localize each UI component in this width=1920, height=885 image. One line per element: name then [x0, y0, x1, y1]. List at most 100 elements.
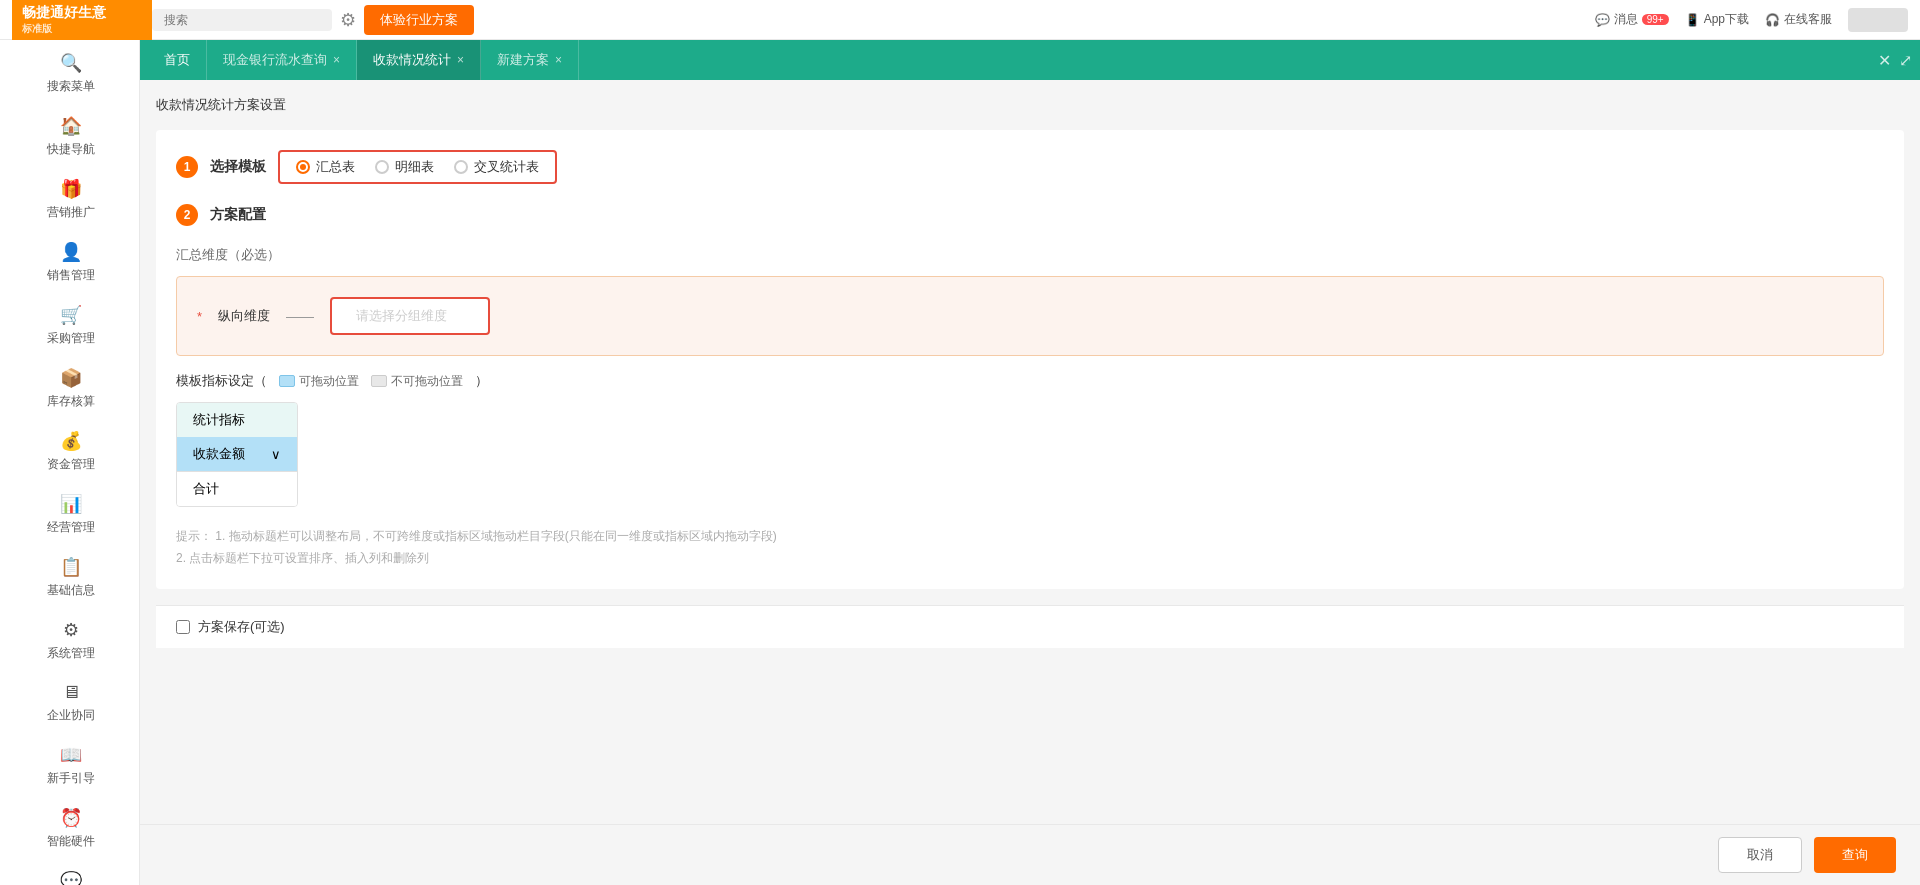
- app-download-label: App下载: [1704, 11, 1749, 28]
- purchase-icon: 🛒: [60, 304, 82, 326]
- sidebar-label-enterprise: 企业协同: [47, 707, 95, 724]
- radio-detail[interactable]: 明细表: [375, 158, 434, 176]
- sidebar-item-finance[interactable]: 💰 资金管理: [0, 418, 139, 481]
- sidebar-item-guide[interactable]: 📖 新手引导: [0, 732, 139, 795]
- cancel-button[interactable]: 取消: [1718, 837, 1802, 873]
- sidebar-item-enterprise[interactable]: 🖥 企业协同: [0, 670, 139, 732]
- sidebar-item-basic[interactable]: 📋 基础信息: [0, 544, 139, 607]
- dimension-title: 汇总维度（必选）: [176, 246, 1884, 264]
- topbar: 畅捷通好生意 标准版 ⚙ 体验行业方案 💬 消息 99+ 📱 App下载 🎧 在…: [0, 0, 1920, 40]
- draggable-box: [279, 375, 295, 387]
- sidebar-item-search[interactable]: 🔍 搜索菜单: [0, 40, 139, 103]
- sidebar-item-operations[interactable]: 📊 经营管理: [0, 481, 139, 544]
- metrics-subheader-row: 收款金额 ∨: [177, 437, 297, 471]
- step1-label: 选择模板: [210, 158, 266, 176]
- step2-label: 方案配置: [210, 206, 266, 224]
- tip-line2: 2. 点击标题栏下拉可设置排序、插入列和删除列: [176, 548, 1884, 570]
- metrics-header: 模板指标设定（ 可拖动位置 不可拖动位置 ）: [176, 372, 1884, 390]
- finance-icon: 💰: [60, 430, 82, 452]
- radio-dot-summary: [296, 160, 310, 174]
- metrics-table: 统计指标 收款金额 ∨ 合计: [176, 402, 298, 507]
- hardware-icon: ⏰: [60, 807, 82, 829]
- dimension-row: * 纵向维度 —— 请选择分组维度: [197, 297, 490, 335]
- dimension-area: * 纵向维度 —— 请选择分组维度: [176, 276, 1884, 356]
- metrics-header-row: 统计指标: [177, 403, 297, 437]
- download-icon: 📱: [1685, 13, 1700, 27]
- message-icon: 💬: [1595, 13, 1610, 27]
- radio-label-summary: 汇总表: [316, 158, 355, 176]
- tab-label-new-plan: 新建方案: [497, 51, 549, 69]
- guide-icon: 📖: [60, 744, 82, 766]
- footer-bar: 取消 查询: [140, 824, 1920, 885]
- config-section: 汇总维度（必选） * 纵向维度 —— 请选择分组维度 模板指标设定（: [176, 246, 1884, 569]
- save-label: 方案保存(可选): [198, 618, 285, 636]
- radio-crosstab[interactable]: 交叉统计表: [454, 158, 539, 176]
- page-title: 收款情况统计方案设置: [156, 96, 1904, 114]
- metrics-amount-cell[interactable]: 收款金额 ∨: [177, 437, 297, 471]
- inventory-icon: 📦: [60, 367, 82, 389]
- step1-row: 1 选择模板 汇总表 明细表 交叉统计表: [176, 150, 1884, 184]
- non-draggable-label: 不可拖动位置: [391, 373, 463, 390]
- tab-close-new-plan[interactable]: ×: [555, 53, 562, 67]
- radio-label-crosstab: 交叉统计表: [474, 158, 539, 176]
- tab-home[interactable]: 首页: [148, 40, 207, 80]
- industry-btn[interactable]: 体验行业方案: [364, 5, 474, 35]
- step2-row: 2 方案配置: [176, 204, 1884, 226]
- radio-label-detail: 明细表: [395, 158, 434, 176]
- sidebar-item-marketing[interactable]: 🎁 营销推广: [0, 166, 139, 229]
- dimension-arrow: ——: [286, 308, 314, 324]
- sidebar-label-purchase: 采购管理: [47, 330, 95, 347]
- sidebar-label-quicknav: 快捷导航: [47, 141, 95, 158]
- app-name: 畅捷通好生意: [22, 4, 106, 22]
- save-checkbox[interactable]: [176, 620, 190, 634]
- app-download-btn[interactable]: 📱 App下载: [1685, 11, 1749, 28]
- search-input[interactable]: [152, 9, 332, 31]
- tab-cashflow[interactable]: 现金银行流水查询 ×: [207, 40, 357, 80]
- system-icon: ⚙: [63, 619, 79, 641]
- tab-close-cashflow[interactable]: ×: [333, 53, 340, 67]
- sidebar-item-wechat[interactable]: 💬 企业微信: [0, 858, 139, 885]
- radio-dot-crosstab: [454, 160, 468, 174]
- save-row: 方案保存(可选): [156, 605, 1904, 648]
- step2-badge: 2: [176, 204, 198, 226]
- sidebar-item-quicknav[interactable]: 🏠 快捷导航: [0, 103, 139, 166]
- message-btn[interactable]: 💬 消息 99+: [1595, 11, 1669, 28]
- step1-badge: 1: [176, 156, 198, 178]
- sidebar-label-basic: 基础信息: [47, 582, 95, 599]
- radio-summary[interactable]: 汇总表: [296, 158, 355, 176]
- user-avatar[interactable]: [1848, 8, 1908, 32]
- sidebar-label-inventory: 库存核算: [47, 393, 95, 410]
- settings-icon[interactable]: ⚙: [340, 9, 356, 31]
- sidebar-label-hardware: 智能硬件: [47, 833, 95, 850]
- query-button[interactable]: 查询: [1814, 837, 1896, 873]
- sidebar-item-hardware[interactable]: ⏰ 智能硬件: [0, 795, 139, 858]
- online-service-label: 在线客服: [1784, 11, 1832, 28]
- dropdown-icon: ∨: [271, 447, 281, 462]
- sidebar-label-finance: 资金管理: [47, 456, 95, 473]
- metrics-amount-label: 收款金额: [193, 445, 245, 463]
- operations-icon: 📊: [60, 493, 82, 515]
- sidebar-item-purchase[interactable]: 🛒 采购管理: [0, 292, 139, 355]
- template-radio-group: 汇总表 明细表 交叉统计表: [278, 150, 557, 184]
- tab-close-receipts[interactable]: ×: [457, 53, 464, 67]
- maximize-icon[interactable]: ⤢: [1899, 51, 1912, 70]
- non-draggable-box: [371, 375, 387, 387]
- legend-non-draggable: 不可拖动位置: [371, 373, 463, 390]
- app-edition: 标准版: [22, 22, 106, 36]
- sales-icon: 👤: [60, 241, 82, 263]
- metrics-header-cell-label: 统计指标: [177, 403, 297, 437]
- sidebar-item-system[interactable]: ⚙ 系统管理: [0, 607, 139, 670]
- draggable-label: 可拖动位置: [299, 373, 359, 390]
- online-service-btn[interactable]: 🎧 在线客服: [1765, 11, 1832, 28]
- message-label: 消息: [1614, 11, 1638, 28]
- sidebar: 🔍 搜索菜单 🏠 快捷导航 🎁 营销推广 👤 销售管理 🛒 采购管理 📦 库存核…: [0, 40, 140, 885]
- sidebar-item-sales[interactable]: 👤 销售管理: [0, 229, 139, 292]
- sidebar-item-inventory[interactable]: 📦 库存核算: [0, 355, 139, 418]
- close-window-icon[interactable]: ✕: [1878, 51, 1891, 70]
- tab-receipts[interactable]: 收款情况统计 ×: [357, 40, 481, 80]
- topbar-actions: 💬 消息 99+ 📱 App下载 🎧 在线客服: [1595, 8, 1908, 32]
- tab-new-plan[interactable]: 新建方案 ×: [481, 40, 579, 80]
- app-logo: 畅捷通好生意 标准版: [12, 0, 152, 40]
- dimension-select[interactable]: 请选择分组维度: [330, 297, 490, 335]
- topbar-search-area: ⚙ 体验行业方案: [152, 5, 1595, 35]
